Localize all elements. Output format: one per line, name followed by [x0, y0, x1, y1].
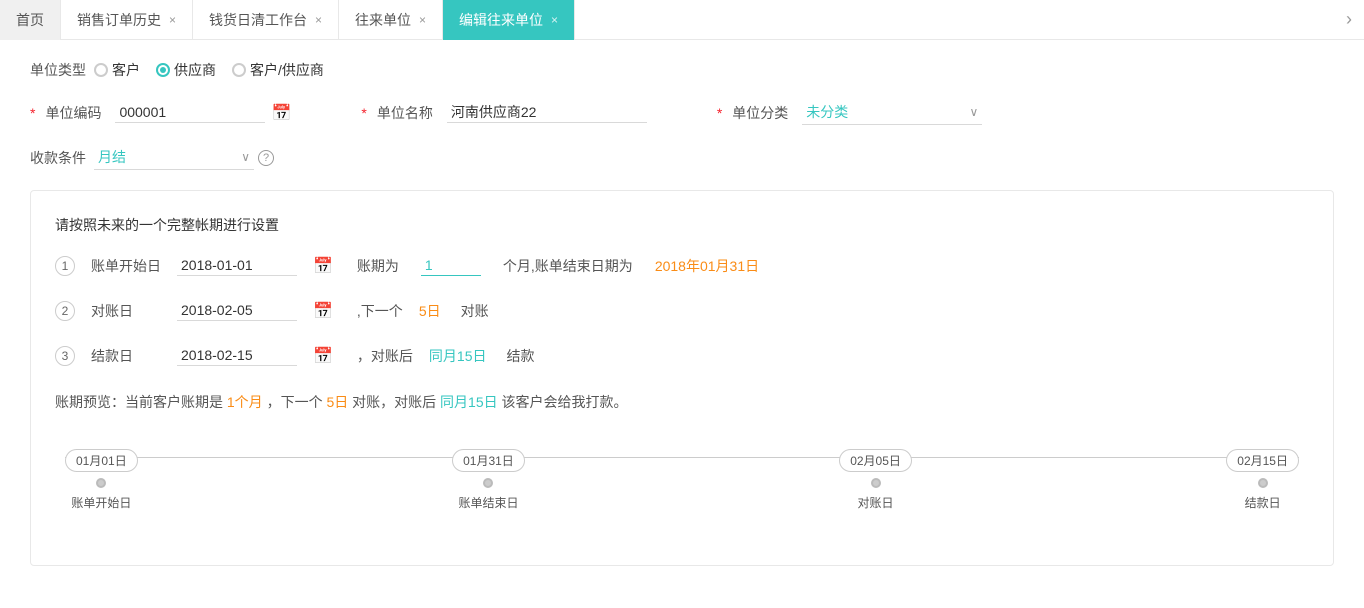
- tab-sales-history[interactable]: 销售订单历史 ×: [61, 0, 193, 40]
- timeline-point-0: 01月01日 账单开始日: [65, 449, 138, 511]
- main-content: 单位类型 客户 供应商 客户/供应商 * 单位编码 📅 * 单位名称: [0, 40, 1364, 608]
- preview-settle-day: 同月15日: [440, 394, 498, 410]
- step-2-tail: 对账: [461, 301, 489, 321]
- radio-label-customer-supplier: 客户/供应商: [250, 60, 324, 80]
- timeline-label-2: 对账日: [858, 494, 894, 511]
- timeline-dot-3: [1258, 478, 1268, 488]
- radio-circle-customer: [94, 63, 108, 77]
- timeline-point-1: 01月31日 账单结束日: [452, 449, 525, 511]
- timeline-points: 01月01日 账单开始日 01月31日 账单结束日 02月05日 对账日 02月…: [65, 449, 1299, 511]
- unit-name-input[interactable]: [447, 102, 647, 123]
- step-3-date-input[interactable]: [177, 345, 297, 366]
- step-1-date-input[interactable]: [177, 255, 297, 276]
- timeline-point-3: 02月15日 结款日: [1226, 449, 1299, 511]
- tab-bar: 首页 销售订单历史 × 钱货日清工作台 × 往来单位 × 编辑往来单位 × ›: [0, 0, 1364, 40]
- preview-text: 账期预览：当前客户账期是 1个月 ，下一个 5日 对账，对账后 同月15日 该客…: [55, 390, 1309, 415]
- unit-category-select[interactable]: 未分类 ∨: [802, 100, 982, 125]
- required-star-name: *: [361, 105, 366, 121]
- payment-terms-select[interactable]: 月结 ∨: [94, 145, 254, 170]
- tab-expand-icon[interactable]: ›: [1334, 9, 1364, 30]
- radio-customer-supplier[interactable]: 客户/供应商: [232, 60, 324, 80]
- timeline-label-0: 账单开始日: [71, 494, 131, 511]
- payment-terms-row: 收款条件 月结 ∨ ?: [30, 145, 1334, 170]
- unit-code-field: * 单位编码 📅: [30, 102, 291, 123]
- step-1-end-date: 2018年01月31日: [655, 256, 759, 276]
- timeline-badge-2: 02月05日: [839, 449, 912, 472]
- step-2-day: 5日: [419, 301, 441, 321]
- step-3-label: 结款日: [91, 346, 161, 366]
- settings-card: 请按照未来的一个完整帐期进行设置 1 账单开始日 📅 账期为 个月,账单结束日期…: [30, 190, 1334, 566]
- tab-close-edit-partner[interactable]: ×: [551, 13, 558, 27]
- radio-group-unit-type: 客户 供应商 客户/供应商: [94, 60, 324, 80]
- radio-circle-supplier: [156, 63, 170, 77]
- unit-type-label: 单位类型: [30, 60, 86, 80]
- radio-customer[interactable]: 客户: [94, 60, 140, 80]
- step-1-row: 1 账单开始日 📅 账期为 个月,账单结束日期为 2018年01月31日: [55, 255, 1309, 276]
- timeline-container: 01月01日 账单开始日 01月31日 账单结束日 02月05日 对账日 02月…: [65, 439, 1299, 541]
- payment-chevron-icon: ∨: [241, 150, 250, 164]
- step-2-number: 2: [55, 301, 75, 321]
- unit-category-label: 单位分类: [732, 103, 788, 123]
- preview-sep1: ，下一个: [267, 394, 323, 410]
- tab-partners[interactable]: 往来单位 ×: [339, 0, 443, 40]
- step-1-calendar-icon[interactable]: 📅: [313, 256, 333, 276]
- tab-close-partners[interactable]: ×: [419, 13, 426, 27]
- step-3-calendar-icon[interactable]: 📅: [313, 346, 333, 366]
- timeline-dot-2: [871, 478, 881, 488]
- step-2-date-input[interactable]: [177, 300, 297, 321]
- step-3-row: 3 结款日 📅 ，对账后 同月15日 结款: [55, 345, 1309, 366]
- timeline-dot-0: [96, 478, 106, 488]
- unit-name-label: 单位名称: [377, 103, 433, 123]
- timeline-label-3: 结款日: [1245, 494, 1281, 511]
- payment-terms-value: 月结: [98, 147, 237, 167]
- step-1-mid-text: 账期为: [357, 256, 399, 276]
- preview-sep2: 对账，对账后: [352, 394, 436, 410]
- step-3-prefix: ，对账后: [357, 346, 413, 366]
- unit-category-value: 未分类: [806, 102, 965, 122]
- radio-label-supplier: 供应商: [174, 60, 216, 80]
- category-chevron-icon: ∨: [969, 105, 978, 119]
- unit-code-label: 单位编码: [45, 103, 101, 123]
- unit-category-field: * 单位分类 未分类 ∨: [717, 100, 982, 125]
- timeline-badge-0: 01月01日: [65, 449, 138, 472]
- timeline-badge-3: 02月15日: [1226, 449, 1299, 472]
- step-1-label: 账单开始日: [91, 256, 161, 276]
- step-1-period-input[interactable]: [421, 255, 481, 276]
- payment-terms-label: 收款条件: [30, 148, 86, 168]
- unit-code-calendar-icon[interactable]: 📅: [271, 103, 291, 123]
- unit-name-field: * 单位名称: [361, 102, 646, 123]
- step-2-label: 对账日: [91, 301, 161, 321]
- tab-home[interactable]: 首页: [0, 0, 61, 40]
- step-2-prefix: ,下一个: [357, 301, 403, 321]
- timeline-badge-1: 01月31日: [452, 449, 525, 472]
- tab-close-sales-history[interactable]: ×: [169, 13, 176, 27]
- preview-day: 5日: [326, 394, 348, 410]
- step-3-number: 3: [55, 346, 75, 366]
- radio-circle-customer-supplier: [232, 63, 246, 77]
- timeline-label-1: 账单结束日: [458, 494, 518, 511]
- preview-label: 账期预览：当前客户账期是: [55, 394, 223, 410]
- card-instruction: 请按照未来的一个完整帐期进行设置: [55, 215, 1309, 235]
- unit-code-input[interactable]: [115, 102, 265, 123]
- step-3-tail: 结款: [507, 346, 535, 366]
- tab-edit-partner[interactable]: 编辑往来单位 ×: [443, 0, 575, 40]
- tab-cash-work[interactable]: 钱货日清工作台 ×: [193, 0, 339, 40]
- step-2-calendar-icon[interactable]: 📅: [313, 301, 333, 321]
- tab-close-cash-work[interactable]: ×: [315, 13, 322, 27]
- step-1-number: 1: [55, 256, 75, 276]
- unit-info-row: * 单位编码 📅 * 单位名称 * 单位分类 未分类 ∨: [30, 100, 1334, 125]
- step-1-period-unit: 个月,账单结束日期为: [503, 256, 633, 276]
- step-2-row: 2 对账日 📅 ,下一个 5日 对账: [55, 300, 1309, 321]
- preview-period: 1个月: [227, 394, 263, 410]
- timeline-dot-1: [483, 478, 493, 488]
- radio-label-customer: 客户: [112, 60, 140, 80]
- unit-type-row: 单位类型 客户 供应商 客户/供应商: [30, 60, 1334, 80]
- payment-help-icon[interactable]: ?: [258, 150, 274, 166]
- radio-supplier[interactable]: 供应商: [156, 60, 216, 80]
- step-3-day: 同月15日: [429, 346, 487, 366]
- preview-tail: 该客户会给我打款。: [502, 394, 628, 410]
- timeline-point-2: 02月05日 对账日: [839, 449, 912, 511]
- required-star-category: *: [717, 105, 722, 121]
- required-star-code: *: [30, 105, 35, 121]
